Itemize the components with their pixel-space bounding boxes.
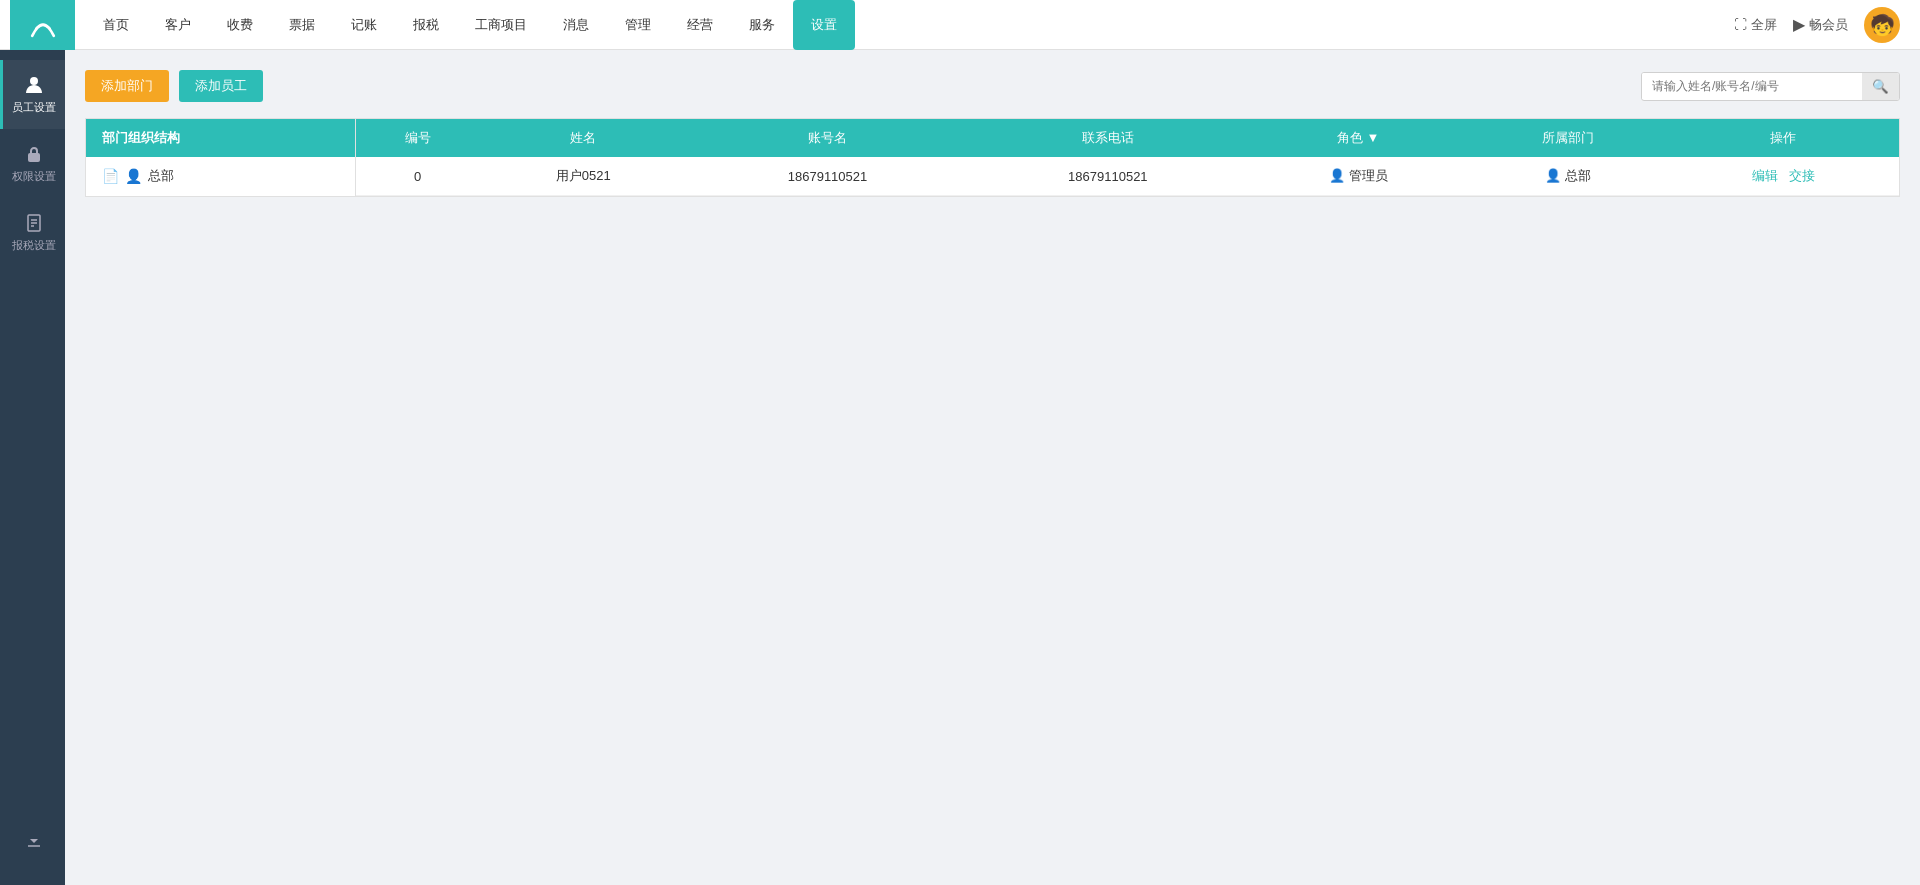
search-icon: 🔍: [1872, 79, 1889, 94]
fullscreen-btn[interactable]: ⛶ 全屏: [1734, 16, 1777, 34]
cell-role: 👤管理员: [1248, 157, 1468, 196]
logo: [10, 0, 75, 50]
employee-table: 编号 姓名 账号名 联系电话 角色 ▼ 所属部门 操作 0 用户0521 186…: [356, 119, 1899, 196]
nav-ops[interactable]: 经营: [669, 0, 731, 50]
add-emp-button[interactable]: 添加员工: [179, 70, 263, 102]
sidebar-item-download[interactable]: [15, 815, 50, 869]
tree-header: 部门组织结构: [86, 119, 355, 157]
download-icon: [23, 829, 45, 851]
nav-tax[interactable]: 报税: [395, 0, 457, 50]
nav-items: 首页 客户 收费 票据 记账 报税 工商项目 消息 管理 经营 服务 设置: [75, 0, 1734, 50]
cell-id: 0: [356, 157, 479, 196]
nav-fee[interactable]: 收费: [209, 0, 271, 50]
nav-msg[interactable]: 消息: [545, 0, 607, 50]
two-col-layout: 部门组织结构 📄 👤 总部 编号 姓名 账号名 联系电话: [85, 118, 1900, 197]
user-icon: 👤: [125, 168, 142, 184]
sidebar-item-tax-settings[interactable]: 报税设置: [0, 198, 65, 267]
tree-item-general[interactable]: 📄 👤 总部: [86, 157, 355, 195]
fullscreen-label: 全屏: [1751, 16, 1777, 34]
lock-icon: [23, 143, 45, 165]
nav-settings[interactable]: 设置: [793, 0, 855, 50]
nav-right: ⛶ 全屏 ▶ 畅会员 🧒: [1734, 7, 1910, 43]
cell-phone: 18679110521: [968, 157, 1248, 196]
cell-name: 用户0521: [479, 157, 687, 196]
add-dept-button[interactable]: 添加部门: [85, 70, 169, 102]
edit-button[interactable]: 编辑: [1752, 167, 1778, 185]
nav-customer[interactable]: 客户: [147, 0, 209, 50]
col-account: 账号名: [687, 119, 967, 157]
sidebar-item-employee-label: 员工设置: [12, 100, 56, 115]
vip-label: 畅会员: [1809, 16, 1848, 34]
sidebar-item-tax-settings-label: 报税设置: [12, 238, 56, 253]
nav-home[interactable]: 首页: [85, 0, 147, 50]
cell-account: 18679110521: [687, 157, 967, 196]
nav-account[interactable]: 记账: [333, 0, 395, 50]
svg-point-0: [30, 77, 38, 85]
transfer-button[interactable]: 交接: [1789, 167, 1815, 185]
search-button[interactable]: 🔍: [1862, 73, 1899, 100]
main-layout: 员工设置 权限设置 报税设置: [0, 50, 1920, 885]
sidebar-item-permission[interactable]: 权限设置: [0, 129, 65, 198]
avatar[interactable]: 🧒: [1864, 7, 1900, 43]
sidebar-item-employee[interactable]: 员工设置: [0, 60, 65, 129]
content: 添加部门 添加员工 🔍 部门组织结构 📄 👤 总部: [65, 50, 1920, 885]
top-nav: 首页 客户 收费 票据 记账 报税 工商项目 消息 管理 经营 服务 设置 ⛶ …: [0, 0, 1920, 50]
vip-btn[interactable]: ▶ 畅会员: [1793, 15, 1848, 34]
sidebar-item-permission-label: 权限设置: [12, 169, 56, 184]
search-bar: 🔍: [1641, 72, 1900, 101]
nav-service[interactable]: 服务: [731, 0, 793, 50]
nav-ticket[interactable]: 票据: [271, 0, 333, 50]
fullscreen-icon: ⛶: [1734, 17, 1747, 32]
toolbar: 添加部门 添加员工 🔍: [85, 70, 1900, 102]
col-id: 编号: [356, 119, 479, 157]
tree-panel: 部门组织结构 📄 👤 总部: [86, 119, 356, 196]
col-ops: 操作: [1668, 119, 1899, 157]
col-role[interactable]: 角色 ▼: [1248, 119, 1468, 157]
nav-manage[interactable]: 管理: [607, 0, 669, 50]
sidebar: 员工设置 权限设置 报税设置: [0, 50, 65, 885]
svg-rect-1: [28, 153, 40, 162]
report-icon: [23, 212, 45, 234]
doc-icon: 📄: [102, 168, 119, 184]
cell-dept: 👤总部: [1468, 157, 1668, 196]
cell-ops: 编辑 交接: [1668, 157, 1899, 196]
sidebar-bottom: [15, 815, 50, 885]
table-row: 0 用户0521 18679110521 18679110521 👤管理员 👤总…: [356, 157, 1899, 196]
vip-icon: ▶: [1793, 15, 1805, 34]
nav-biz[interactable]: 工商项目: [457, 0, 545, 50]
tree-item-label: 总部: [148, 167, 174, 185]
table-panel: 编号 姓名 账号名 联系电话 角色 ▼ 所属部门 操作 0 用户0521 186…: [356, 119, 1899, 196]
search-input[interactable]: [1642, 73, 1862, 99]
col-phone: 联系电话: [968, 119, 1248, 157]
col-dept: 所属部门: [1468, 119, 1668, 157]
col-name: 姓名: [479, 119, 687, 157]
person-icon: [23, 74, 45, 96]
